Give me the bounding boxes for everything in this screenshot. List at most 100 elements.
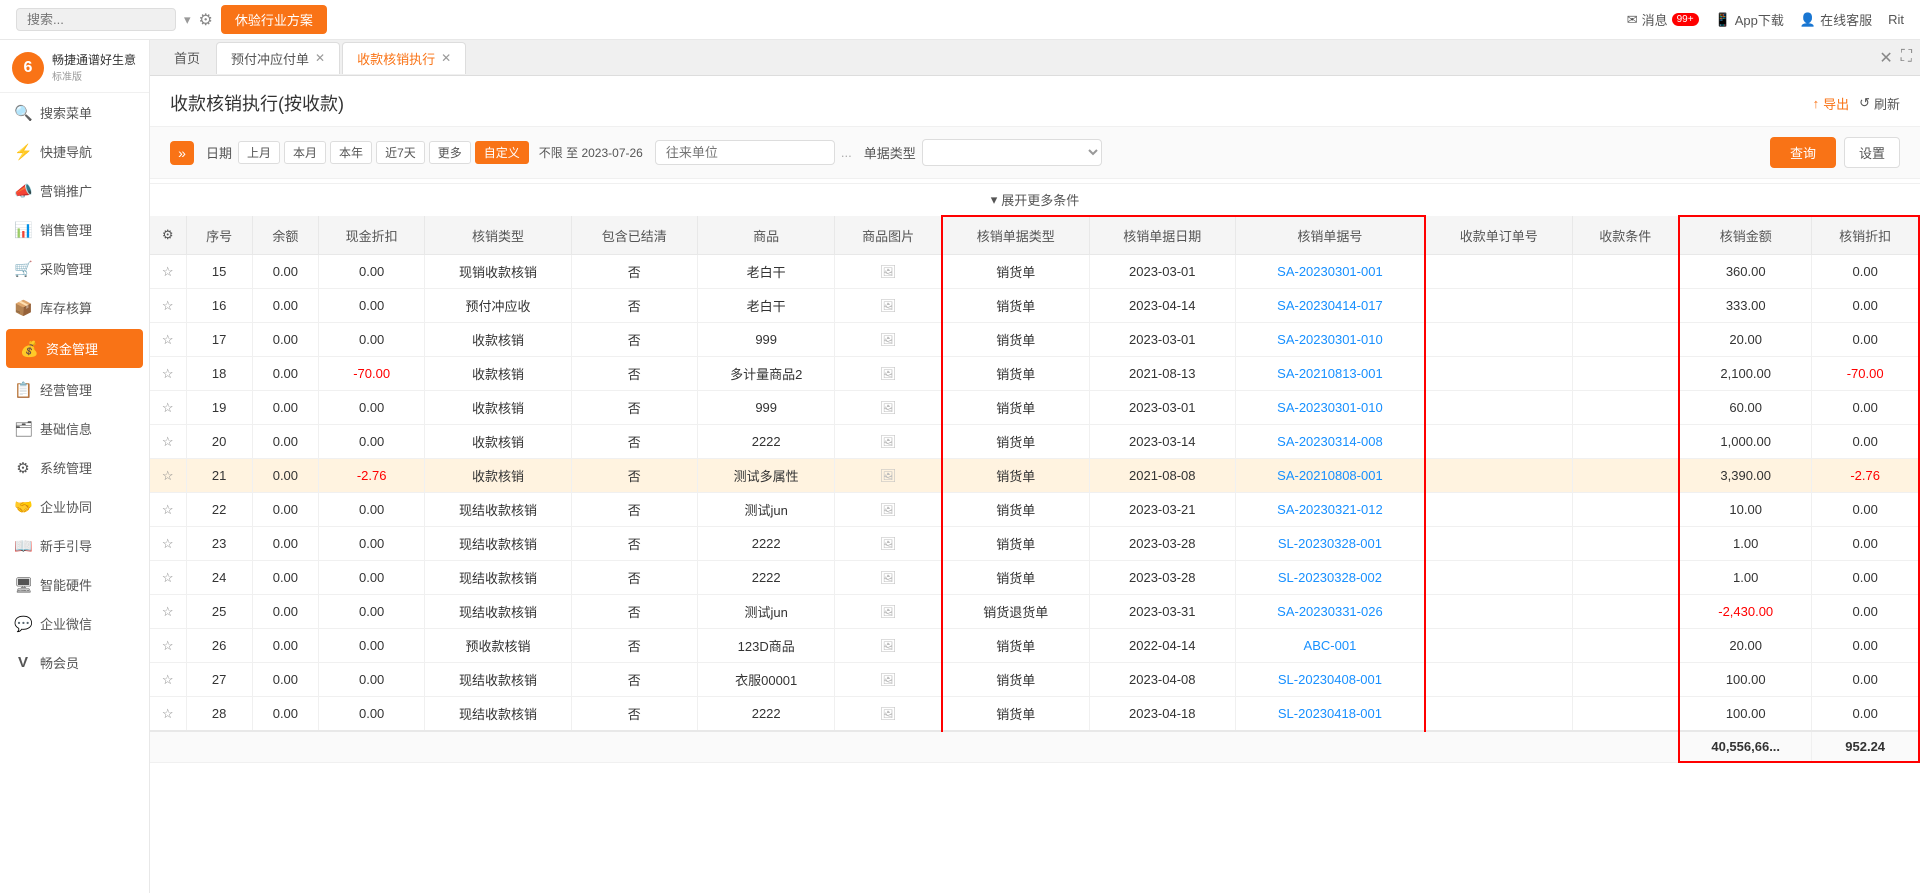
user-info[interactable]: Rit [1888,12,1904,27]
cell-writeoff-discount: 0.00 [1812,697,1919,732]
cell-gear[interactable]: ☆ [150,595,186,629]
sidebar-item-finance[interactable]: 💰 资金管理 [6,329,143,368]
sidebar-item-guide[interactable]: 📖 新手引导 [0,526,149,565]
cell-gear[interactable]: ☆ [150,289,186,323]
expand-button[interactable]: » [170,141,194,165]
sidebar-item-system[interactable]: ⚙ 系统管理 [0,448,149,487]
cell-voucher-no[interactable]: SL-20230328-001 [1235,527,1425,561]
query-button[interactable]: 查询 [1770,137,1836,168]
cell-voucher-no[interactable]: SL-20230418-001 [1235,697,1425,732]
refresh-button[interactable]: ↺ 刷新 [1859,94,1900,113]
expand-more-icon: ▾ [991,192,998,208]
cell-voucher-no[interactable]: SA-20230414-017 [1235,289,1425,323]
table-row: ☆ 22 0.00 0.00 现结收款核销 否 测试jun 🖼 销货单 2023… [150,493,1919,527]
sidebar-item-basic-info[interactable]: 🗂 基础信息 [0,409,149,448]
expand-more-bar[interactable]: ▾ 展开更多条件 [150,183,1920,215]
tab-fullscreen-icon[interactable]: ⛶ [1901,48,1912,68]
cell-writeoff-discount: 0.00 [1812,391,1919,425]
sidebar-label-guide: 新手引导 [40,536,92,555]
cell-no: 25 [186,595,252,629]
partner-input[interactable] [655,140,835,165]
refresh-icon: ↺ [1859,95,1870,111]
settings-button[interactable]: 设置 [1844,137,1900,168]
cell-receipt-cond [1572,629,1679,663]
cell-voucher-no[interactable]: SA-20230321-012 [1235,493,1425,527]
cell-writeoff-discount: 0.00 [1812,527,1919,561]
search-input[interactable] [16,8,176,31]
cell-gear[interactable]: ☆ [150,663,186,697]
sidebar-item-search[interactable]: 🔍 搜索菜单 [0,93,149,132]
cell-gear[interactable]: ☆ [150,391,186,425]
date-this-month[interactable]: 本月 [284,141,326,164]
cell-voucher-no[interactable]: SA-20230331-026 [1235,595,1425,629]
date-more[interactable]: 更多 [429,141,471,164]
cell-gear[interactable]: ☆ [150,561,186,595]
date-this-year[interactable]: 本年 [330,141,372,164]
cell-voucher-no[interactable]: SA-20230301-001 [1235,255,1425,289]
cell-gear[interactable]: ☆ [150,629,186,663]
sidebar-item-wechat[interactable]: 💬 企业微信 [0,604,149,643]
cell-voucher-no[interactable]: ABC-001 [1235,629,1425,663]
cell-voucher-no[interactable]: SA-20230314-008 [1235,425,1425,459]
sidebar-item-management[interactable]: 📋 经营管理 [0,370,149,409]
cell-cash-discount: 0.00 [319,629,425,663]
industry-btn[interactable]: 休验行业方案 [221,5,327,34]
cell-balance: 0.00 [252,663,318,697]
cell-voucher-date: 2023-04-14 [1089,289,1235,323]
message-btn[interactable]: ✉ 消息 99+ [1627,10,1699,29]
date-7days[interactable]: 近7天 [376,141,425,164]
cell-writeoff-discount: 0.00 [1812,425,1919,459]
tab-prepay[interactable]: 预付冲应付单 ✕ [216,42,340,74]
cell-gear[interactable]: ☆ [150,357,186,391]
cell-goods-img: 🖼 [835,323,942,357]
sidebar-item-purchase[interactable]: 🛒 采购管理 [0,249,149,288]
partner-dots[interactable]: ... [841,145,852,160]
cell-voucher-no[interactable]: SA-20230301-010 [1235,323,1425,357]
tab-home[interactable]: 首页 [158,42,216,73]
sidebar-item-marketing[interactable]: 📣 营销推广 [0,171,149,210]
cell-voucher-no[interactable]: SA-20230301-010 [1235,391,1425,425]
cell-gear[interactable]: ☆ [150,425,186,459]
table-row: ☆ 17 0.00 0.00 收款核销 否 999 🖼 销货单 2023-03-… [150,323,1919,357]
tab-writeoff-close[interactable]: ✕ [441,51,451,65]
sidebar-item-cooperation[interactable]: 🤝 企业协同 [0,487,149,526]
th-receipt-order: 收款单订单号 [1425,216,1572,255]
cell-voucher-no[interactable]: SA-20210808-001 [1235,459,1425,493]
tab-close-all-icon[interactable]: ✕ [1879,48,1892,68]
sidebar-item-member[interactable]: V 畅会员 [0,643,149,682]
dropdown-arrow[interactable]: ▾ [184,12,191,28]
cell-gear[interactable]: ☆ [150,459,186,493]
tab-writeoff[interactable]: 收款核销执行 ✕ [342,42,466,74]
cell-gear[interactable]: ☆ [150,255,186,289]
cell-voucher-type: 销货单 [942,425,1089,459]
sidebar-label-hardware: 智能硬件 [40,575,92,594]
cell-gear[interactable]: ☆ [150,493,186,527]
cell-voucher-no[interactable]: SA-20210813-001 [1235,357,1425,391]
app-download-btn[interactable]: 📱 App下载 [1715,10,1784,29]
gear-icon[interactable]: ⚙ [199,10,213,30]
date-custom[interactable]: 自定义 [475,141,529,164]
sidebar-item-hardware[interactable]: 🖥 智能硬件 [0,565,149,604]
cell-voucher-type: 销货单 [942,255,1089,289]
th-gear[interactable]: ⚙ [150,216,186,255]
sidebar-item-inventory[interactable]: 📦 库存核算 [0,288,149,327]
online-service-btn[interactable]: 👤 在线客服 [1800,10,1872,29]
sidebar-label-coop: 企业协同 [40,497,92,516]
export-button[interactable]: ↑ 导出 [1813,94,1850,113]
cell-voucher-no[interactable]: SL-20230328-002 [1235,561,1425,595]
cell-goods: 2222 [697,697,834,732]
tab-prepay-close[interactable]: ✕ [315,51,325,65]
sidebar-label-wechat: 企业微信 [40,614,92,633]
cell-writeoff-discount: 0.00 [1812,323,1919,357]
cell-gear[interactable]: ☆ [150,527,186,561]
sidebar-item-quick[interactable]: ⚡ 快捷导航 [0,132,149,171]
voucher-type-select[interactable] [922,139,1102,166]
cell-balance: 0.00 [252,289,318,323]
cell-gear[interactable]: ☆ [150,323,186,357]
cell-voucher-no[interactable]: SL-20230408-001 [1235,663,1425,697]
cell-receipt-order [1425,663,1572,697]
cell-gear[interactable]: ☆ [150,697,186,732]
date-last-month[interactable]: 上月 [238,141,280,164]
sidebar-item-sales[interactable]: 📊 销售管理 [0,210,149,249]
page-header: 收款核销执行(按收款) ↑ 导出 ↺ 刷新 [150,76,1920,127]
